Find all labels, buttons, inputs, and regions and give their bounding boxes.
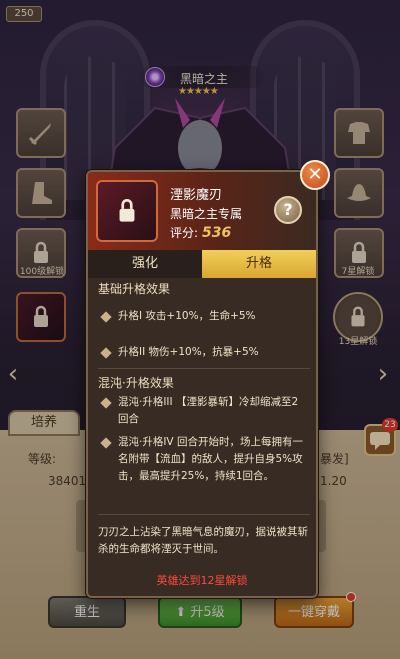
help-question-icon[interactable]: ?	[274, 196, 302, 224]
diamond-bullet-icon	[100, 397, 112, 409]
basic-effect-row: 升格I 攻击+10%，生命+5%	[100, 308, 308, 325]
diamond-bullet-icon	[100, 311, 112, 323]
score-value: 536	[202, 225, 232, 241]
basic-upgrade-title: 基础升格效果	[98, 282, 171, 296]
chaos-effect-text: 混沌·升格III 【湮影暴斩】冷却缩减至2回合	[118, 396, 299, 425]
score-label: 评分:	[170, 226, 199, 240]
popup-tabs: 强化 升格	[88, 250, 316, 278]
tab-upgrade[interactable]: 升格	[202, 250, 316, 278]
item-owner: 黑暗之主专属	[170, 207, 243, 221]
chaos-upgrade-title: 混沌·升格效果	[98, 376, 174, 390]
item-description: 刀刃之上沾染了黑暗气息的魔刃，据说被其斩杀的生命都将湮灭于世间。	[98, 526, 308, 555]
item-score: 评分: 536	[170, 224, 231, 241]
section-divider	[98, 514, 310, 515]
lock-icon	[119, 199, 135, 222]
diamond-bullet-icon	[100, 347, 112, 359]
tab-strengthen[interactable]: 强化	[88, 250, 202, 278]
basic-effect-row: 升格II 物伤+10%，抗暴+5%	[100, 344, 308, 361]
section-divider	[98, 368, 310, 369]
item-icon-frame	[96, 180, 158, 242]
close-icon[interactable]: ✕	[300, 160, 330, 190]
chaos-effect-row: 混沌·升格III 【湮影暴斩】冷却缩减至2回合	[100, 394, 308, 428]
exclusive-weapon-popup: 湮影魔刃 黑暗之主专属 评分: 536 ? 强化 升格 基础升格效果 升格I 攻击…	[86, 170, 318, 598]
unlock-requirement: 英雄达到12星解锁	[156, 574, 248, 587]
chaos-effect-row: 混沌·升格IV 回合开始时，场上每拥有一名附带【流血】的敌人，提升自身5%攻击，…	[100, 434, 308, 485]
basic-effect-text: 升格II 物伤+10%，抗暴+5%	[118, 346, 259, 358]
item-name: 湮影魔刃	[170, 188, 223, 203]
chaos-effect-text: 混沌·升格IV 回合开始时，场上每拥有一名附带【流血】的敌人，提升自身5%攻击，…	[118, 436, 303, 482]
diamond-bullet-icon	[100, 437, 112, 449]
basic-effect-text: 升格I 攻击+10%，生命+5%	[118, 310, 256, 322]
